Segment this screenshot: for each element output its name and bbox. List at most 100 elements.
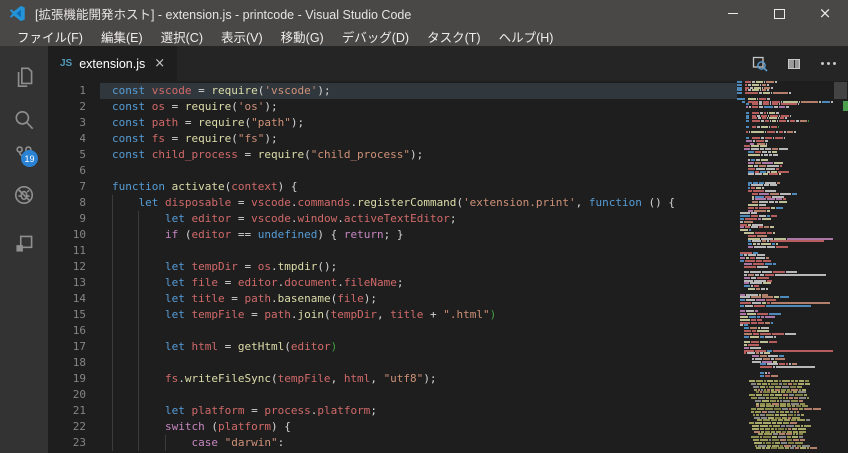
menu-item-go[interactable]: 移動(G) [272,27,333,46]
code-line[interactable]: 2 const os = require('os'); [48,99,737,115]
code-line[interactable]: 5 const child_process = require("child_pr… [48,147,737,163]
code-line[interactable]: 10 if (editor == undefined) { return; } [48,227,737,243]
code-token: + [423,308,444,321]
code-token: == [231,228,258,241]
vscode-logo-icon [9,5,25,22]
code-token: context [231,180,278,193]
split-editor-button[interactable] [784,54,804,74]
close-icon: × [818,4,832,22]
code-line[interactable]: 13 let file = editor.document.fileName; [48,275,737,291]
sidebar-item-explorer[interactable] [0,58,48,98]
code-token: "child_process" [310,148,411,161]
minimap-row [737,123,833,125]
code-token: . [270,260,278,273]
code-line[interactable]: 16 [48,323,737,339]
minimap-row [737,134,833,136]
code-token: = [224,292,245,305]
maximize-button[interactable] [756,0,802,27]
code-token: activate [171,180,225,193]
tab-extension-js[interactable]: JS extension.js × [48,46,178,81]
code-token: = [231,196,252,209]
close-button[interactable]: × [802,0,848,27]
code-token: ) { [317,228,344,241]
minimap-row [737,254,833,257]
code-token: tempDir [330,308,377,321]
code-token: platform [317,404,371,417]
minimap-row [737,273,833,276]
line-number: 22 [72,420,86,433]
menu-item-tasks[interactable]: タスク(T) [418,27,489,46]
line-number: 7 [79,180,86,193]
minimize-button[interactable] [710,0,756,27]
code-line[interactable]: 1 const vscode = require('vscode'); [48,83,737,99]
minimap-row [737,184,833,187]
code-line[interactable]: 12 let tempDir = os.tmpdir(); [48,259,737,275]
code-token: ; [396,276,404,289]
code-token: const [112,100,146,113]
code-token: , [376,308,391,321]
files-icon [17,67,33,87]
minimap-row [737,179,833,181]
open-preview-button[interactable] [750,54,770,74]
minimap-row [737,439,833,441]
code-token: let [164,292,185,305]
overview-ruler[interactable] [833,81,848,453]
code-token: ); [290,116,305,129]
minimap-row [737,436,833,439]
menu-item-selection[interactable]: 選択(C) [152,27,212,46]
minimap-row [737,129,833,131]
menu-item-view[interactable]: 表示(V) [212,27,272,46]
scrollbar-thumb[interactable] [834,82,847,99]
sidebar-item-debug[interactable] [0,175,48,215]
minimap-row [737,371,833,374]
minimap-row [737,352,833,355]
code-token: = [191,84,212,97]
code-line[interactable]: 18 [48,355,737,371]
code-line[interactable]: 7 function activate(context) { [48,179,737,195]
minimap-row [737,181,833,184]
code-line[interactable]: 22 switch (platform) { [48,419,737,435]
code-line[interactable]: 17 let html = getHtml(editor) [48,339,737,355]
code-line[interactable]: 21 let platform = process.platform; [48,403,737,419]
minimap-row [737,324,833,327]
minimap-row [737,268,833,270]
code-line[interactable]: 23 case "darwin": [48,435,737,451]
code-line[interactable]: 9 let editor = vscode.window.activeTextE… [48,211,737,227]
code-line[interactable]: 3 const path = require("path"); [48,115,737,131]
code-token: = [165,100,185,113]
code-line[interactable]: 6 [48,163,737,179]
ellipsis-icon [820,62,836,65]
minimap-row [737,257,833,260]
code-line[interactable]: 20 [48,387,737,403]
code-token: ) [489,308,497,321]
menu-item-file[interactable]: ファイル(F) [8,27,92,46]
code-line[interactable]: 14 let title = path.basename(file); [48,291,737,307]
minimap-row [737,296,833,299]
more-actions-button[interactable] [818,54,838,74]
minimap-row [737,150,833,153]
code-line[interactable]: 8 let disposable = vscode.commands.regis… [48,195,737,211]
code-line[interactable]: 19 fs.writeFileSync(tempFile, html, "utf… [48,371,737,387]
minimap-row [737,349,833,352]
minimap-row [737,425,833,428]
code-token: switch [164,420,205,433]
code-line[interactable]: 4 const fs = require("fs"); [48,131,737,147]
code-editor[interactable]: 1 const vscode = require('vscode'); 2 const… [48,81,737,453]
code-token: tempFile [277,372,331,385]
code-line[interactable]: 15 let tempFile = path.join(tempDir, tit… [48,307,737,323]
tab-close-icon[interactable]: × [154,56,165,71]
minimap-row [737,271,833,274]
menu-item-edit[interactable]: 編集(E) [92,27,152,46]
minimap-row [737,195,833,198]
menu-item-debug[interactable]: デバッグ(D) [333,27,418,46]
tab-strip: JS extension.js × [48,46,848,81]
menu-item-help[interactable]: ヘルプ(H) [490,27,563,46]
code-line[interactable]: 11 [48,243,737,259]
minimap[interactable] [737,81,833,453]
sidebar-item-search[interactable] [0,100,48,140]
code-token: tempFile [191,308,245,321]
sidebar-item-extensions[interactable] [0,224,48,264]
minimap-row [737,313,833,316]
code-token: editor [191,228,232,241]
